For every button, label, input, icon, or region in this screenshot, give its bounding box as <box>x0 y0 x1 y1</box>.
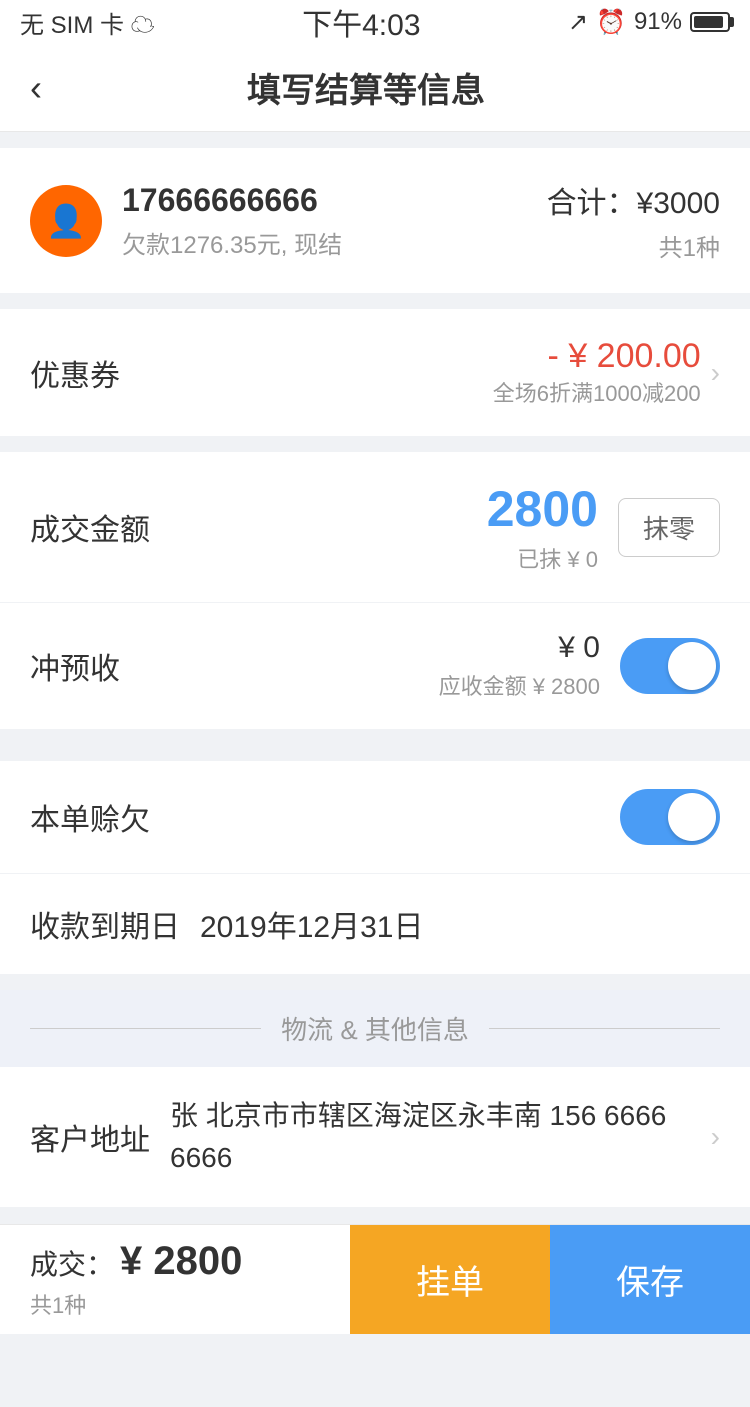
deal-right: 2800 已抹 ¥ 0 抹零 <box>487 480 720 574</box>
precharge-row: 冲预收 ¥ 0 应收金额 ¥ 2800 <box>0 603 750 729</box>
precharge-right: ¥ 0 应收金额 ¥ 2800 <box>439 631 720 701</box>
user-debt: 欠款1276.35元, 现结 <box>122 225 547 260</box>
logistics-title: 物流 & 其他信息 <box>261 1010 489 1047</box>
total-amount: 合计：¥3000 <box>547 178 720 222</box>
due-date-label: 收款到期日 <box>30 902 180 946</box>
form-section-1: 成交金额 2800 已抹 ¥ 0 抹零 冲预收 ¥ 0 应收金额 ¥ 2800 <box>0 452 750 729</box>
user-info: 17666666666 欠款1276.35元, 现结 <box>122 182 547 260</box>
coupon-discount: - ¥ 200.00 <box>493 337 701 376</box>
deal-amount-sub: 已抹 ¥ 0 <box>487 542 598 574</box>
bottom-bar: 成交： ¥ 2800 共1种 挂单 保存 <box>0 1224 750 1334</box>
coupon-row[interactable]: 优惠券 - ¥ 200.00 全场6折满1000减200 › <box>0 309 750 436</box>
address-row[interactable]: 客户地址 张 北京市市辖区海淀区永丰南 156 6666 6666 › <box>0 1067 750 1207</box>
logistics-header: 物流 & 其他信息 <box>0 990 750 1067</box>
location-icon: ↗ <box>568 8 588 37</box>
coupon-desc: 全场6折满1000减200 <box>493 376 701 408</box>
address-chevron-wrap: › <box>711 1121 720 1153</box>
debt-toggle[interactable] <box>620 789 720 845</box>
battery-text: 91% <box>634 8 682 36</box>
precharge-sub: 应收金额 ¥ 2800 <box>439 669 600 701</box>
user-total: 合计：¥3000 共1种 <box>547 178 720 263</box>
alarm-icon: ⏰ <box>596 8 626 37</box>
status-time: 下午4:03 <box>302 0 420 44</box>
bottom-count: 共1种 <box>30 1288 320 1320</box>
bottom-amount: ¥ 2800 <box>120 1239 242 1284</box>
save-button-label: 保存 <box>616 1255 684 1304</box>
deal-amount-value: 2800 <box>487 480 598 538</box>
coupon-right: - ¥ 200.00 全场6折满1000减200 › <box>493 337 720 408</box>
address-content: 张 北京市市辖区海淀区永丰南 156 6666 6666 <box>170 1095 711 1179</box>
user-card: 👤 17666666666 欠款1276.35元, 现结 合计：¥3000 共1… <box>0 148 750 293</box>
section-divider-1 <box>0 436 750 452</box>
total-count: 共1种 <box>547 228 720 263</box>
deal-amount-row: 成交金额 2800 已抹 ¥ 0 抹零 <box>0 452 750 603</box>
precharge-label: 冲预收 <box>30 644 120 688</box>
deal-amount-label: 成交金额 <box>30 505 150 549</box>
avatar-icon: 👤 <box>46 202 86 240</box>
logistics-line-right <box>489 1028 720 1029</box>
due-date-value: 2019年12月31日 <box>200 902 423 946</box>
coupon-info: - ¥ 200.00 全场6折满1000减200 <box>493 337 701 408</box>
sim-text: 无 SIM 卡 ☁ <box>20 5 155 40</box>
precharge-amount: ¥ 0 <box>439 631 600 665</box>
bottom-deal-row: 成交： ¥ 2800 <box>30 1239 320 1284</box>
avatar: 👤 <box>30 185 102 257</box>
precharge-amount-wrap: ¥ 0 应收金额 ¥ 2800 <box>439 631 600 701</box>
precharge-toggle[interactable] <box>620 638 720 694</box>
bottom-summary: 成交： ¥ 2800 共1种 <box>0 1239 350 1320</box>
status-right: ↗ ⏰ 91% <box>568 8 730 37</box>
status-bar: 无 SIM 卡 ☁ 下午4:03 ↗ ⏰ 91% <box>0 0 750 44</box>
debt-row: 本单赊欠 <box>0 761 750 873</box>
save-button[interactable]: 保存 <box>550 1225 750 1334</box>
user-phone: 17666666666 <box>122 182 547 219</box>
battery-icon <box>690 12 730 32</box>
section-divider-2 <box>0 729 750 745</box>
hang-button[interactable]: 挂单 <box>350 1225 550 1334</box>
due-date-row: 收款到期日 2019年12月31日 <box>0 873 750 974</box>
address-chevron-icon: › <box>711 1121 720 1153</box>
debt-label: 本单赊欠 <box>30 795 150 839</box>
hang-button-label: 挂单 <box>416 1255 484 1304</box>
bottom-deal-label: 成交： <box>30 1243 114 1283</box>
address-label: 客户地址 <box>30 1115 150 1159</box>
round-zero-button[interactable]: 抹零 <box>618 498 720 557</box>
nav-bar: ‹ 填写结算等信息 <box>0 44 750 132</box>
deal-amount-info: 2800 已抹 ¥ 0 <box>487 480 598 574</box>
coupon-chevron-icon: › <box>711 357 720 389</box>
back-button[interactable]: ‹ <box>30 67 42 109</box>
status-left: 无 SIM 卡 ☁ <box>20 5 155 40</box>
logistics-line-left <box>30 1028 261 1029</box>
coupon-label: 优惠券 <box>30 351 120 395</box>
page-title: 填写结算等信息 <box>62 63 670 112</box>
